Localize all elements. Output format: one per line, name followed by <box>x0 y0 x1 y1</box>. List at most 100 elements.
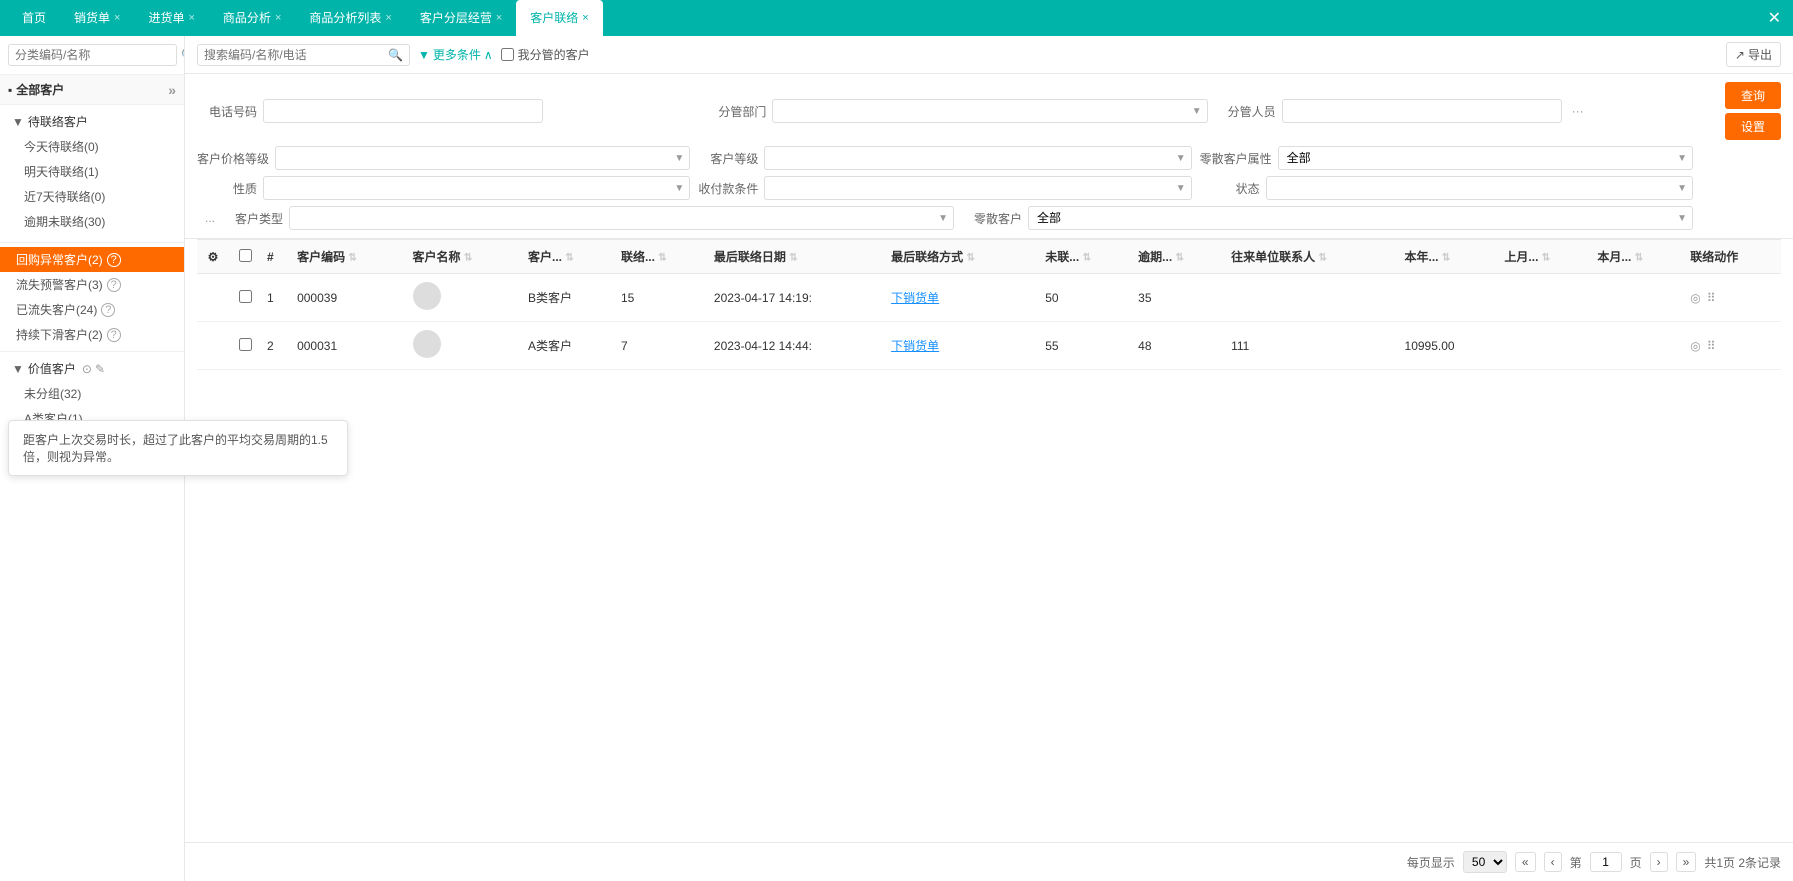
nav-product-analysis-list[interactable]: 商品分析列表 × <box>295 0 405 36</box>
sort-uncontacted-icon: ⇅ <box>1083 252 1091 263</box>
close-customer-segment-icon[interactable]: × <box>496 0 502 36</box>
close-product-analysis-icon[interactable]: × <box>275 0 281 36</box>
page-number-input[interactable] <box>1590 852 1622 872</box>
more-conditions-btn[interactable]: ▼ 更多条件 ∧ <box>418 46 493 63</box>
customer-level-select[interactable] <box>764 146 1191 170</box>
edit-value-icon[interactable]: ⊙ <box>82 362 92 376</box>
sidebar-item-repurchase-abnormal[interactable]: 回购异常客户(2) ? <box>0 247 184 272</box>
nav-customer-contact[interactable]: 客户联络 × <box>516 0 602 36</box>
col-settings[interactable]: ⚙ <box>197 240 229 274</box>
filter-panel: 电话号码 分管部门 ▼ 分管人员 ··· 查询 设置 <box>185 74 1793 239</box>
payment-terms-select[interactable] <box>764 176 1191 200</box>
main-search-icon[interactable]: 🔍 <box>388 48 403 62</box>
retail-customer-select[interactable]: 全部 <box>1028 206 1693 230</box>
col-unit-contact[interactable]: 往来单位联系人 ⇅ <box>1225 240 1398 274</box>
price-level-select[interactable] <box>275 146 690 170</box>
row-last-contact-date: 2023-04-12 14:44: <box>708 322 885 370</box>
sidebar-item-churn-warning[interactable]: 流失预警客户(3) ? <box>0 272 184 297</box>
row-last-contact-way: 下销货单 <box>885 322 1039 370</box>
next-page-button[interactable]: › <box>1650 852 1668 872</box>
manager-input[interactable] <box>1282 99 1562 123</box>
row-uncontacted: 55 <box>1039 322 1132 370</box>
select-all-checkbox[interactable] <box>239 249 252 262</box>
row-last-contact-date: 2023-04-17 14:19: <box>708 274 885 322</box>
col-this-year[interactable]: 本年... ⇅ <box>1399 240 1499 274</box>
sidebar-item-tomorrow-contact[interactable]: 明天待联络(1) <box>0 159 184 184</box>
row-index: 1 <box>261 274 291 322</box>
query-button[interactable]: 查询 <box>1725 82 1781 109</box>
col-name[interactable]: 客户名称 ⇅ <box>407 240 522 274</box>
sidebar-search-input[interactable] <box>8 44 177 66</box>
sidebar-item-today-contact[interactable]: 今天待联络(0) <box>0 134 184 159</box>
all-customers-header[interactable]: ▪ 全部客户 » <box>0 75 184 105</box>
nav-customer-segment[interactable]: 客户分层经营 × <box>406 0 516 36</box>
pending-contact-header[interactable]: ▼ 待联络客户 <box>0 109 184 134</box>
nav-product-analysis[interactable]: 商品分析 × <box>209 0 295 36</box>
col-uncontacted[interactable]: 未联... ⇅ <box>1039 240 1132 274</box>
filter-row-1: 电话号码 分管部门 ▼ 分管人员 ··· 查询 设置 <box>197 82 1781 140</box>
row-select-checkbox[interactable] <box>239 338 252 351</box>
toolbar: 🔍 ▼ 更多条件 ∧ 我分管的客户 ↗ 导出 <box>185 36 1793 74</box>
row-action: ◎ ⠿ <box>1684 274 1781 322</box>
more-action-icon[interactable]: ⠿ <box>1707 339 1716 353</box>
filter-more-btn[interactable]: ... <box>205 211 215 225</box>
sidebar-item-churned[interactable]: 已流失客户(24) ? <box>0 297 184 322</box>
row-settings <box>197 322 229 370</box>
phone-input[interactable] <box>263 99 543 123</box>
nav-purchase-order[interactable]: 进货单 × <box>134 0 208 36</box>
close-customer-contact-icon[interactable]: × <box>582 0 588 36</box>
contact-action-icon[interactable]: ◎ <box>1690 291 1700 305</box>
filter-phone: 电话号码 <box>197 99 698 123</box>
col-customer-type[interactable]: 客户... ⇅ <box>522 240 615 274</box>
my-customers-check[interactable] <box>501 48 514 61</box>
col-overdue[interactable]: 逾期... ⇅ <box>1132 240 1225 274</box>
edit-pencil-icon[interactable]: ✎ <box>95 362 105 376</box>
sidebar-divider-1 <box>0 242 184 243</box>
col-this-month[interactable]: 本月... ⇅ <box>1591 240 1684 274</box>
close-sales-order-icon[interactable]: × <box>114 0 120 36</box>
row-overdue: 35 <box>1132 274 1225 322</box>
filter-dept: 分管部门 ▼ <box>706 99 1207 123</box>
status-select-wrapper: ▼ <box>1266 176 1693 200</box>
close-purchase-order-icon[interactable]: × <box>188 0 194 36</box>
customer-type-select[interactable] <box>289 206 954 230</box>
collapse-sidebar-icon[interactable]: » <box>168 82 176 98</box>
sidebar-item-declining[interactable]: 持续下滑客户(2) ? <box>0 322 184 347</box>
sidebar-item-overdue-contact[interactable]: 逾期未联络(30) <box>0 209 184 234</box>
filter-customer-level: 客户等级 ▼ <box>698 146 1191 170</box>
sidebar-item-7days-contact[interactable]: 近7天待联络(0) <box>0 184 184 209</box>
prev-page-button[interactable]: ‹ <box>1544 852 1562 872</box>
close-product-analysis-list-icon[interactable]: × <box>385 0 391 36</box>
window-close-button[interactable]: ✕ <box>1768 8 1781 28</box>
col-last-contact-date[interactable]: 最后联络日期 ⇅ <box>708 240 885 274</box>
main-search-input[interactable] <box>204 48 384 62</box>
nav-home[interactable]: 首页 <box>8 0 60 36</box>
sidebar-item-ungroup[interactable]: 未分组(32) <box>0 381 184 406</box>
col-last-contact-way[interactable]: 最后联络方式 ⇅ <box>885 240 1039 274</box>
dept-select[interactable] <box>772 99 1207 123</box>
retail-attr-select-wrapper: 全部 ▼ <box>1278 146 1693 170</box>
contact-action-icon[interactable]: ◎ <box>1690 339 1700 353</box>
contact-way-link[interactable]: 下销货单 <box>891 291 939 305</box>
more-action-icon[interactable]: ⠿ <box>1707 291 1716 305</box>
export-button[interactable]: ↗ 导出 <box>1726 42 1781 67</box>
retail-attr-select[interactable]: 全部 <box>1278 146 1693 170</box>
col-contact[interactable]: 联络... ⇅ <box>615 240 708 274</box>
info-icon-repurchase: ? <box>107 253 121 267</box>
per-page-select[interactable]: 50 <box>1463 851 1507 873</box>
settings-button[interactable]: 设置 <box>1725 113 1781 140</box>
row-select-checkbox[interactable] <box>239 290 252 303</box>
nav-sales-order[interactable]: 销货单 × <box>60 0 134 36</box>
contact-way-link[interactable]: 下销货单 <box>891 339 939 353</box>
first-page-button[interactable]: « <box>1515 852 1536 872</box>
row-unit-contact <box>1225 274 1398 322</box>
customer-table: ⚙ # 客户编码 ⇅ 客户名称 ⇅ 客户... ⇅ 联络... ⇅ 最后联络日期… <box>197 239 1781 370</box>
my-customers-checkbox: 我分管的客户 <box>501 46 590 63</box>
col-code[interactable]: 客户编码 ⇅ <box>291 240 406 274</box>
gender-select[interactable] <box>263 176 690 200</box>
value-customers-header[interactable]: ▼ 价值客户 ⊙ ✎ <box>0 356 184 381</box>
col-last-month[interactable]: 上月... ⇅ <box>1498 240 1591 274</box>
status-select[interactable] <box>1266 176 1693 200</box>
manager-more-icon[interactable]: ··· <box>1572 104 1584 118</box>
last-page-button[interactable]: » <box>1676 852 1697 872</box>
